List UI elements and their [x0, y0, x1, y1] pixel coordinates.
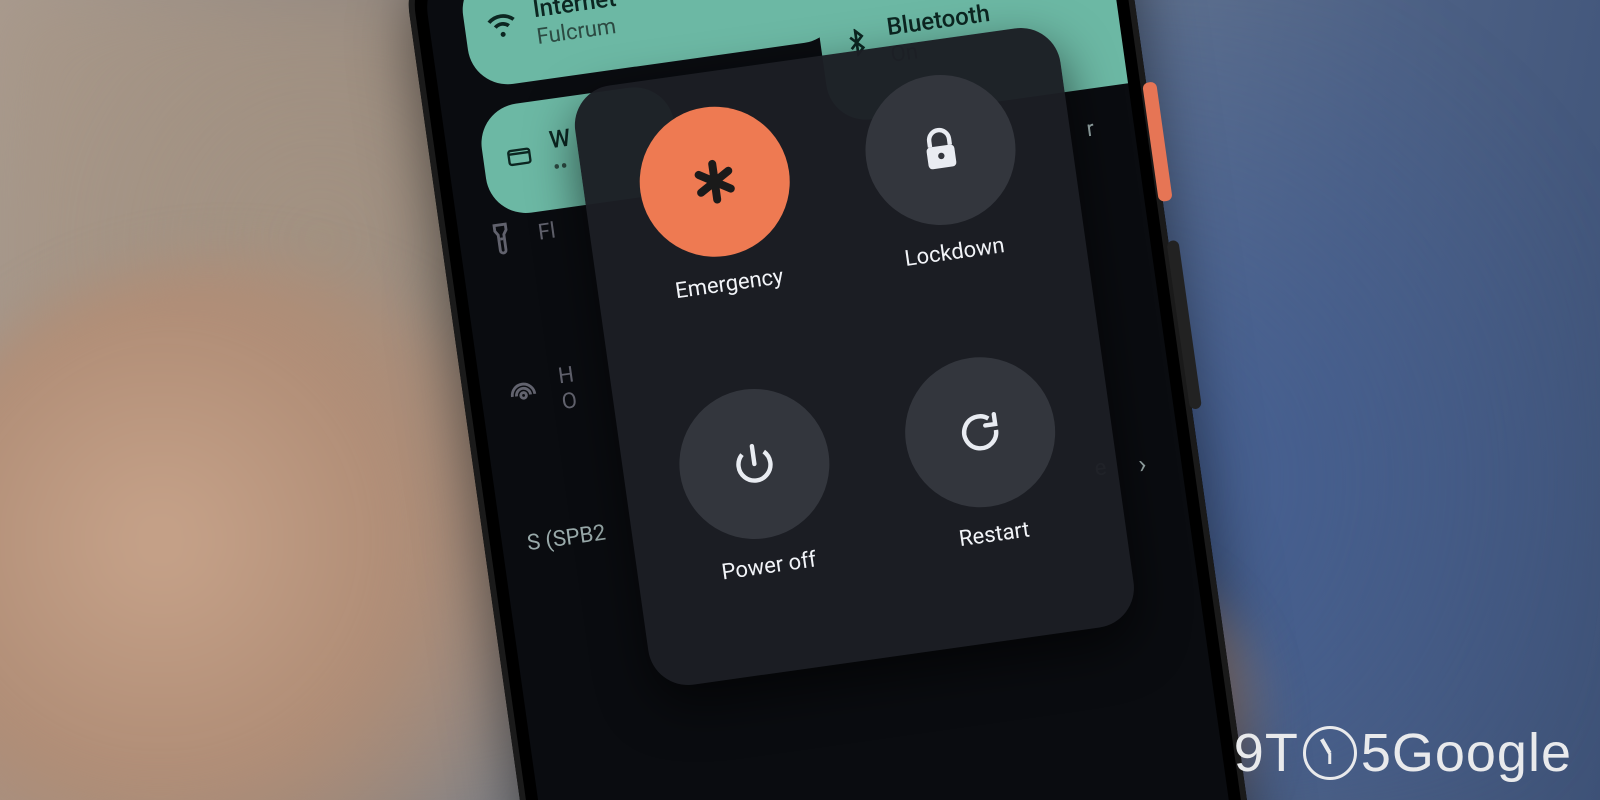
power-menu-restart[interactable]: Restart: [869, 344, 1105, 625]
power-menu-power-off[interactable]: Power off: [644, 376, 880, 657]
bg-letter-r: r: [1085, 117, 1096, 143]
lockdown-label: Lockdown: [903, 233, 1006, 272]
flashlight-icon: [482, 220, 520, 258]
lock-icon: [913, 123, 967, 177]
wifi-icon: [485, 7, 520, 48]
watermark-9to5google: 9T5Google: [1234, 722, 1572, 784]
qs-wallet-letter: W: [547, 123, 572, 156]
clock-5-icon: [1303, 726, 1357, 780]
phone-screen: Internet Fulcrum › Bluetooth On: [420, 0, 1240, 800]
restart-icon: [953, 405, 1007, 459]
medical-asterisk-icon: [688, 155, 742, 209]
power-off-label: Power off: [720, 547, 818, 585]
wallet-icon: [503, 139, 536, 178]
hotspot-icon: [504, 377, 542, 415]
background-qs-icons: Fl H O: [482, 215, 597, 539]
power-icon: [728, 437, 782, 491]
hotspot-bottom: O: [560, 388, 579, 416]
restart-label: Restart: [957, 517, 1031, 552]
chevron-right-small-icon: ›: [1136, 450, 1148, 481]
power-menu-lockdown[interactable]: Lockdown: [830, 62, 1066, 343]
emergency-label: Emergency: [674, 264, 785, 304]
hotspot-top: H: [557, 362, 576, 390]
photo-scene: Internet Fulcrum › Bluetooth On: [0, 0, 1600, 800]
power-menu-emergency[interactable]: Emergency: [604, 93, 840, 374]
flashlight-letter: Fl: [536, 218, 557, 247]
qs-wallet-dots: ••: [551, 152, 576, 182]
phone-body: Internet Fulcrum › Bluetooth On: [400, 0, 1261, 800]
power-menu: Emergency Lockdown Power o: [570, 23, 1139, 690]
